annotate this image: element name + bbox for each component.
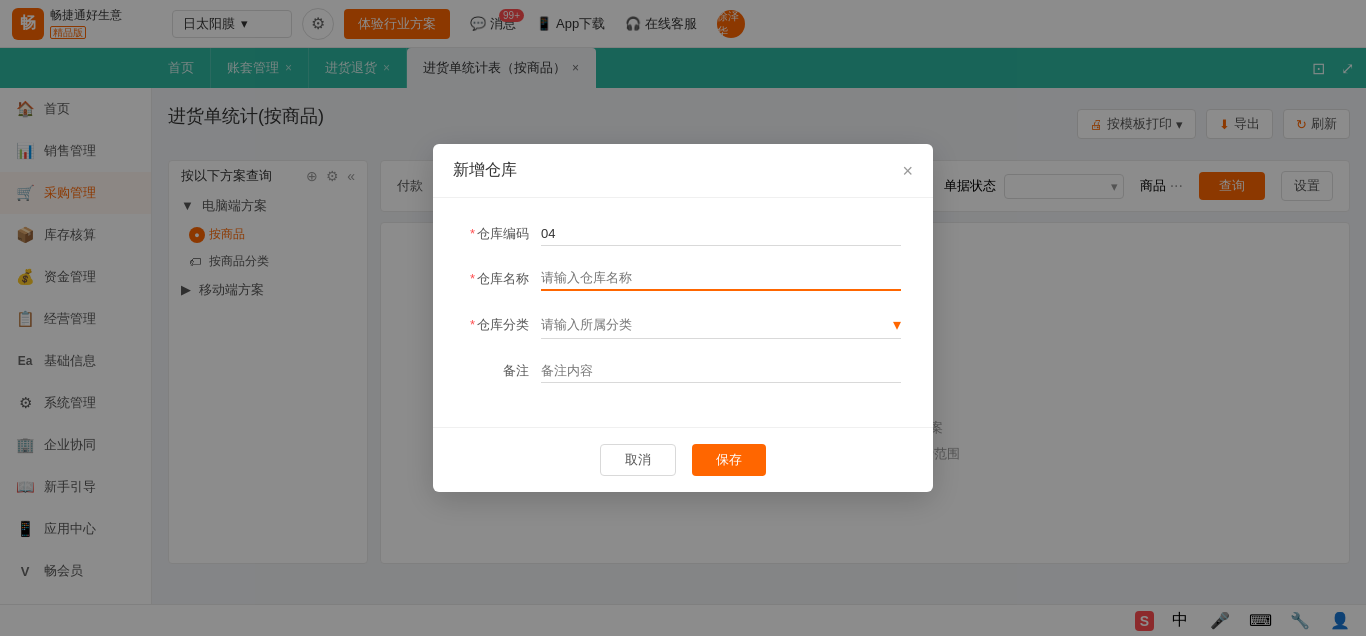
modal-header: 新增仓库 × — [433, 144, 933, 198]
form-row-name: 仓库名称 — [465, 266, 901, 291]
warehouse-category-wrapper: ▾ — [541, 311, 901, 339]
remark-input[interactable] — [541, 359, 901, 383]
remark-label: 备注 — [465, 362, 529, 380]
warehouse-category-input[interactable] — [541, 317, 893, 332]
warehouse-name-input[interactable] — [541, 266, 901, 291]
modal-title: 新增仓库 — [453, 160, 517, 181]
cancel-button[interactable]: 取消 — [600, 444, 676, 476]
warehouse-code-label: 仓库编码 — [465, 225, 529, 243]
modal-close-button[interactable]: × — [902, 162, 913, 180]
modal-overlay: 新增仓库 × 仓库编码 仓库名称 仓库分类 ▾ — [0, 0, 1366, 636]
category-dropdown-icon[interactable]: ▾ — [893, 315, 901, 334]
form-row-remark: 备注 — [465, 359, 901, 383]
save-button[interactable]: 保存 — [692, 444, 766, 476]
modal-body: 仓库编码 仓库名称 仓库分类 ▾ 备注 — [433, 198, 933, 427]
new-warehouse-modal: 新增仓库 × 仓库编码 仓库名称 仓库分类 ▾ — [433, 144, 933, 492]
warehouse-category-label: 仓库分类 — [465, 316, 529, 334]
warehouse-code-input[interactable] — [541, 222, 901, 246]
form-row-category: 仓库分类 ▾ — [465, 311, 901, 339]
modal-footer: 取消 保存 — [433, 427, 933, 492]
warehouse-name-label: 仓库名称 — [465, 270, 529, 288]
form-row-code: 仓库编码 — [465, 222, 901, 246]
